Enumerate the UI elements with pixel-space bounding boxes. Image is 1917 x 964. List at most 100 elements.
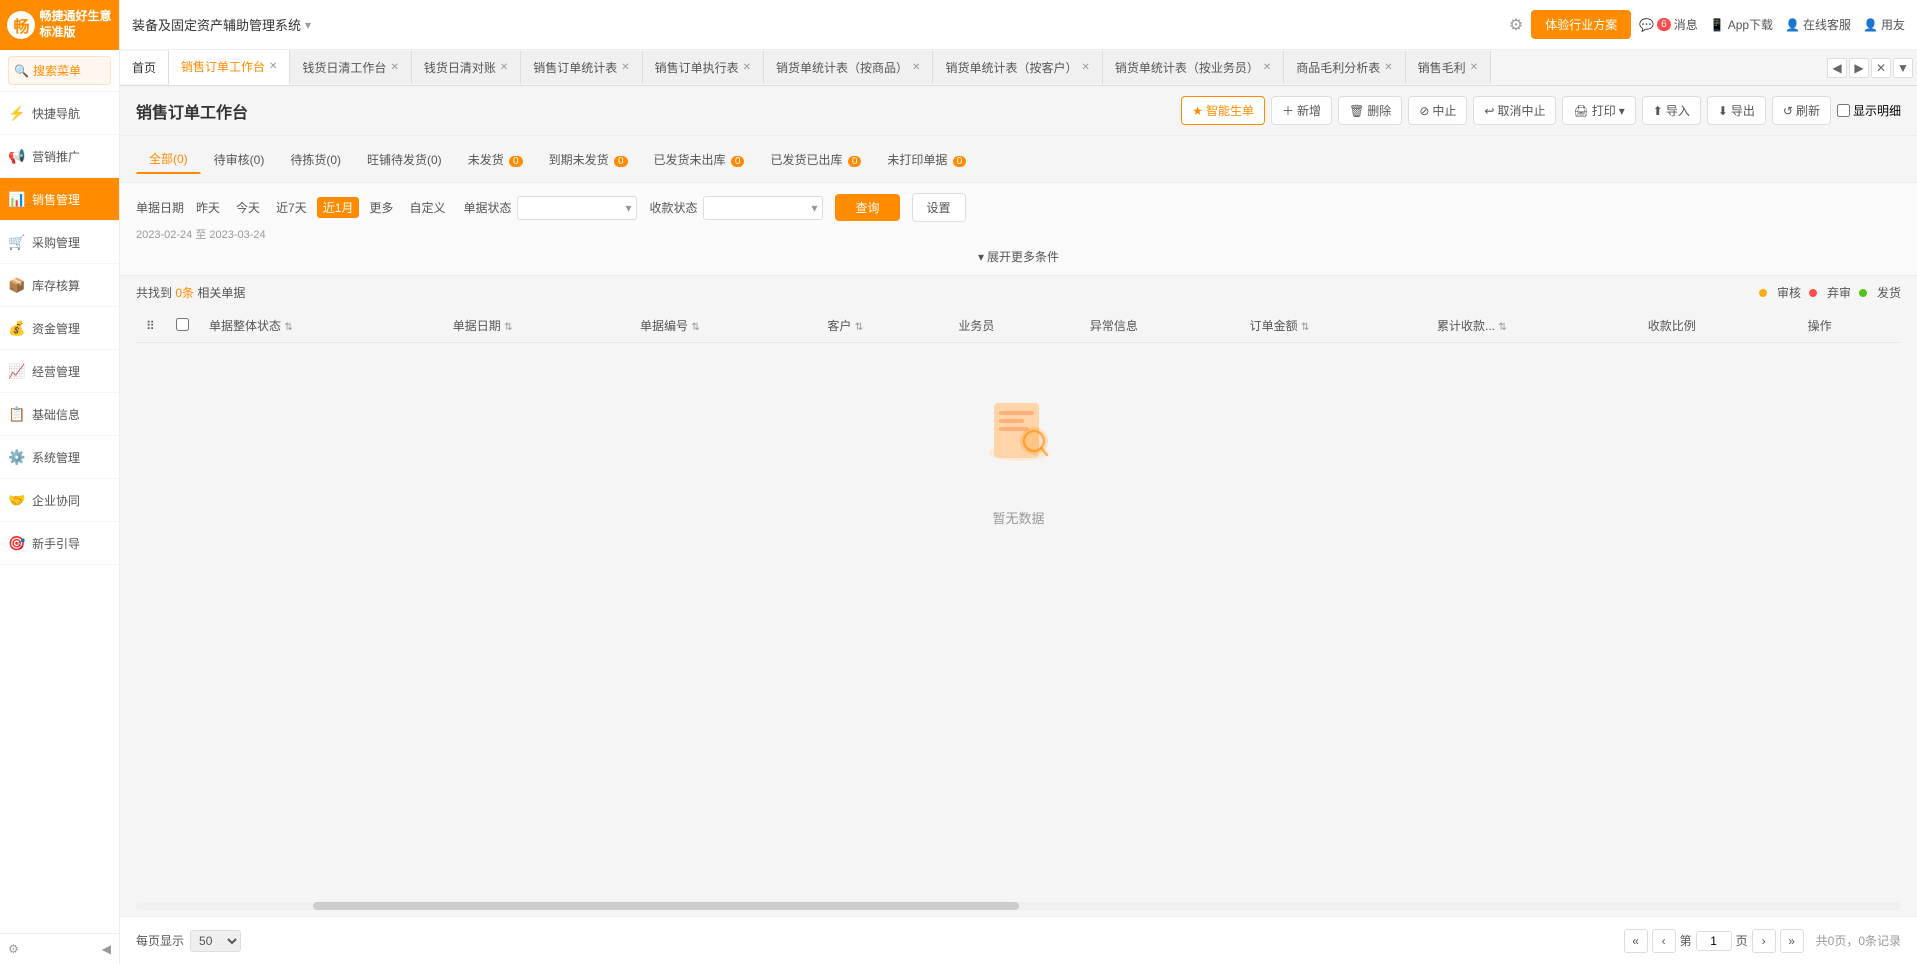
- sort-amount-icon[interactable]: ⇅: [1301, 322, 1309, 333]
- tab-close-gross-profit[interactable]: ✕: [1384, 62, 1392, 73]
- filter-tab-shipped-not-out[interactable]: 已发货未出库 0: [641, 145, 758, 174]
- print-button[interactable]: 🖨 打印 ▾: [1562, 96, 1635, 125]
- system-icon: ⚙️: [8, 448, 26, 466]
- page-first-button[interactable]: «: [1624, 929, 1648, 953]
- search-menu-button[interactable]: 🔍 搜索菜单: [8, 56, 111, 85]
- settings-icon[interactable]: ⚙: [8, 942, 19, 956]
- sidebar-item-quick[interactable]: ⚡ 快捷导航: [0, 92, 119, 135]
- horizontal-scrollbar[interactable]: [136, 896, 1901, 916]
- sort-status-icon[interactable]: ⇅: [284, 322, 292, 333]
- date-today-btn[interactable]: 今天: [230, 197, 266, 218]
- delete-button[interactable]: 🗑 删除: [1338, 96, 1402, 125]
- tab-sales-profit[interactable]: 销售毛利 ✕: [1406, 51, 1491, 84]
- tab-close-sales-exec[interactable]: ✕: [743, 62, 751, 73]
- tab-close-cash-reconcile[interactable]: ✕: [500, 62, 508, 73]
- sidebar-item-marketing[interactable]: 📢 营销推广: [0, 135, 119, 178]
- settings-gear-icon[interactable]: ⚙: [1509, 15, 1523, 35]
- review-action-btn[interactable]: 审核: [1777, 284, 1801, 301]
- tab-close-sales-stat2[interactable]: ✕: [912, 62, 920, 73]
- filter-tab-not-shipped[interactable]: 未发货 0: [455, 145, 536, 174]
- tab-expand-button[interactable]: ▼: [1893, 58, 1913, 78]
- tab-cash-daily[interactable]: 钱货日清工作台 ✕: [290, 51, 411, 84]
- sidebar-item-sales[interactable]: 📊 销售管理: [0, 178, 119, 221]
- sidebar-item-guide[interactable]: 🎯 新手引导: [0, 522, 119, 565]
- app-download-button[interactable]: 📱 App下载: [1710, 16, 1773, 33]
- filter-tab-wangpu[interactable]: 旺铺待发货(0): [354, 145, 455, 174]
- filter-tab-not-printed[interactable]: 未打印单据 0: [874, 145, 979, 174]
- date-7days-btn[interactable]: 近7天: [270, 197, 313, 218]
- filter-tab-expired[interactable]: 到期未发货 0: [536, 145, 641, 174]
- sidebar-item-purchase[interactable]: 🛒 采购管理: [0, 221, 119, 264]
- show-detail-checkbox-label[interactable]: 显示明细: [1837, 102, 1901, 119]
- date-custom-btn[interactable]: 自定义: [403, 197, 451, 218]
- sidebar-item-basic[interactable]: 📋 基础信息: [0, 393, 119, 436]
- sidebar-item-corp[interactable]: 🤝 企业协同: [0, 479, 119, 522]
- refresh-button[interactable]: ↺ 刷新: [1772, 96, 1831, 125]
- tab-close-cash-daily[interactable]: ✕: [390, 62, 398, 73]
- tab-sales-stat2[interactable]: 销货单统计表（按商品） ✕: [764, 51, 933, 84]
- sidebar-item-inventory[interactable]: 📦 库存核算: [0, 264, 119, 307]
- tab-sales-stat3[interactable]: 销货单统计表（按客户） ✕: [933, 51, 1102, 84]
- tab-close-sales-stat4[interactable]: ✕: [1263, 62, 1271, 73]
- expand-row: ▾ 展开更多条件: [136, 248, 1901, 265]
- online-service-button[interactable]: 👤 在线客服: [1785, 16, 1851, 33]
- page-size-select[interactable]: 50 100 200: [190, 930, 241, 952]
- filter-tab-all[interactable]: 全部(0): [136, 144, 201, 174]
- tab-prev-button[interactable]: ◀: [1827, 58, 1847, 78]
- sidebar-item-system[interactable]: ⚙️ 系统管理: [0, 436, 119, 479]
- tab-close-all-button[interactable]: ✕: [1871, 58, 1891, 78]
- page-input[interactable]: [1696, 931, 1732, 951]
- tab-close-sales-stat[interactable]: ✕: [621, 62, 629, 73]
- tab-sales-workbench[interactable]: 销售订单工作台 ✕: [169, 50, 290, 85]
- collapse-icon[interactable]: ◀: [102, 942, 111, 956]
- show-detail-checkbox[interactable]: [1837, 104, 1850, 117]
- status-select[interactable]: [517, 196, 637, 220]
- scrollbar-thumb[interactable]: [313, 902, 1019, 910]
- date-yesterday-btn[interactable]: 昨天: [190, 197, 226, 218]
- dropdown-icon[interactable]: ▾: [305, 18, 311, 32]
- sort-date-icon[interactable]: ⇅: [504, 322, 512, 333]
- date-more-btn[interactable]: 更多: [363, 197, 399, 218]
- tab-close-sales-profit[interactable]: ✕: [1470, 62, 1478, 73]
- sort-number-icon[interactable]: ⇅: [691, 322, 699, 333]
- query-button[interactable]: 查询: [835, 194, 899, 221]
- page-prev-button[interactable]: ‹: [1652, 929, 1676, 953]
- select-all-checkbox[interactable]: [176, 318, 189, 331]
- tab-next-button[interactable]: ▶: [1849, 58, 1869, 78]
- add-button[interactable]: ＋ 新增: [1271, 96, 1332, 125]
- payment-select[interactable]: [703, 196, 823, 220]
- smart-order-button[interactable]: ★ 智能生单: [1181, 96, 1265, 125]
- sort-customer-icon[interactable]: ⇅: [855, 322, 863, 333]
- th-salesman: 业务员: [948, 309, 1080, 343]
- stop-button[interactable]: ⊘ 中止: [1408, 96, 1467, 125]
- sort-collected-icon[interactable]: ⇅: [1498, 322, 1506, 333]
- filter-tab-pending-inspect[interactable]: 待拣货(0): [277, 145, 354, 174]
- date-1month-btn[interactable]: 近1月: [317, 197, 360, 218]
- set-button[interactable]: 设置: [912, 193, 966, 222]
- import-button[interactable]: ⬆ 导入: [1642, 96, 1701, 125]
- sidebar-item-operation[interactable]: 📈 经营管理: [0, 350, 119, 393]
- tab-home[interactable]: 首页: [120, 51, 169, 84]
- user-button[interactable]: 👤 用友: [1863, 16, 1905, 33]
- basic-icon: 📋: [8, 405, 26, 423]
- filter-tab-pending-review[interactable]: 待审核(0): [201, 145, 278, 174]
- export-button[interactable]: ⬇ 导出: [1707, 96, 1766, 125]
- tab-close-sales-workbench[interactable]: ✕: [269, 61, 277, 72]
- sidebar-item-finance[interactable]: 💰 资金管理: [0, 307, 119, 350]
- expand-conditions-button[interactable]: ▾ 展开更多条件: [978, 248, 1059, 265]
- tab-gross-profit[interactable]: 商品毛利分析表 ✕: [1284, 51, 1405, 84]
- tab-sales-exec[interactable]: 销售订单执行表 ✕: [643, 51, 764, 84]
- tab-sales-stat4[interactable]: 销货单统计表（按业务员） ✕: [1103, 51, 1284, 84]
- tab-sales-stat[interactable]: 销售订单统计表 ✕: [521, 51, 642, 84]
- message-button[interactable]: 💬 6 消息: [1639, 16, 1698, 33]
- filter-tab-shipped-out[interactable]: 已发货已出库 0: [757, 145, 874, 174]
- cancel-review-action-btn[interactable]: 弃审: [1827, 284, 1851, 301]
- cancel-stop-button[interactable]: ↩ 取消中止: [1473, 96, 1556, 125]
- ship-action-btn[interactable]: 发货: [1877, 284, 1901, 301]
- scrollbar-track[interactable]: [136, 902, 1901, 910]
- page-last-button[interactable]: »: [1780, 929, 1804, 953]
- solution-button[interactable]: 体验行业方案: [1531, 10, 1631, 39]
- page-next-button[interactable]: ›: [1752, 929, 1776, 953]
- tab-close-sales-stat3[interactable]: ✕: [1081, 62, 1089, 73]
- tab-cash-reconcile[interactable]: 钱货日清对账 ✕: [412, 51, 521, 84]
